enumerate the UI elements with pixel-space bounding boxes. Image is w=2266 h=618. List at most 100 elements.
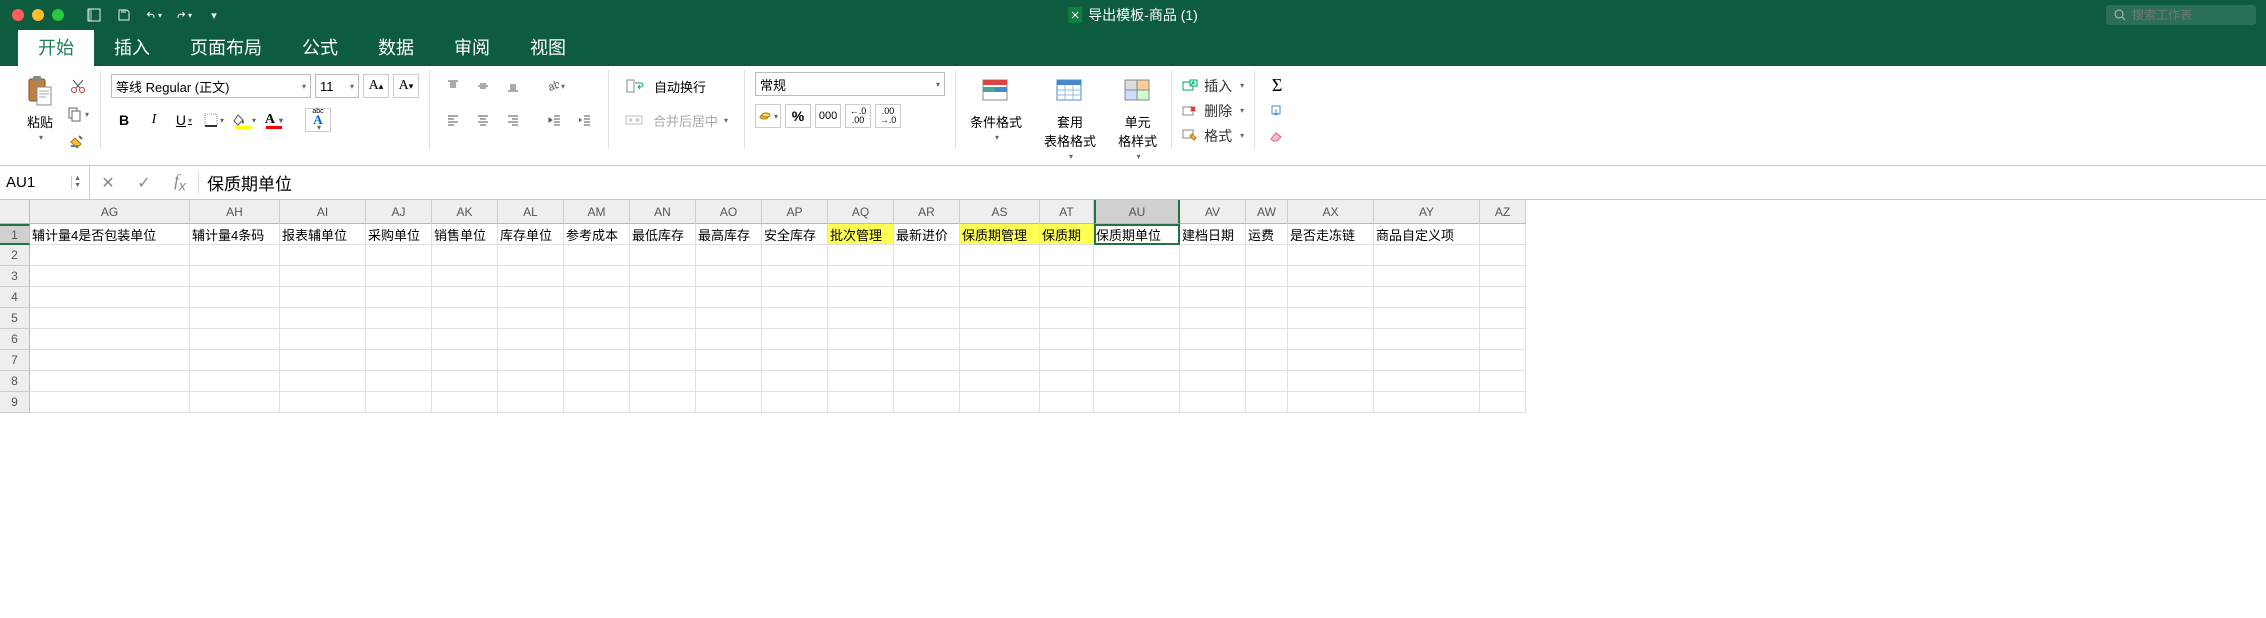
cell[interactable]: [366, 392, 432, 413]
cell[interactable]: 库存单位: [498, 224, 564, 245]
ribbon-tab-3[interactable]: 公式: [282, 28, 358, 66]
cell[interactable]: [498, 308, 564, 329]
cell[interactable]: [960, 287, 1040, 308]
cell[interactable]: [498, 287, 564, 308]
bold-button[interactable]: B: [111, 108, 137, 132]
cell[interactable]: [762, 245, 828, 266]
cell[interactable]: [1246, 245, 1288, 266]
cell[interactable]: [280, 245, 366, 266]
cell[interactable]: [190, 287, 280, 308]
cell[interactable]: [366, 329, 432, 350]
cell[interactable]: [1480, 350, 1526, 371]
cell[interactable]: [280, 266, 366, 287]
cell[interactable]: 保质期管理: [960, 224, 1040, 245]
cell[interactable]: [1040, 329, 1094, 350]
cell[interactable]: [366, 245, 432, 266]
cell[interactable]: 建档日期: [1180, 224, 1246, 245]
cell[interactable]: [828, 266, 894, 287]
cell[interactable]: [1180, 371, 1246, 392]
name-box[interactable]: AU1 ▲▼: [0, 166, 90, 199]
cell[interactable]: [894, 308, 960, 329]
cell[interactable]: [498, 392, 564, 413]
cell[interactable]: [630, 392, 696, 413]
comma-button[interactable]: 000: [815, 104, 841, 128]
column-header[interactable]: AM: [564, 200, 630, 224]
cell[interactable]: [1040, 287, 1094, 308]
cell[interactable]: [30, 308, 190, 329]
cell[interactable]: [894, 245, 960, 266]
ribbon-tab-2[interactable]: 页面布局: [170, 28, 282, 66]
search-input[interactable]: [2132, 8, 2232, 22]
cell[interactable]: [1288, 392, 1374, 413]
cell[interactable]: [1480, 266, 1526, 287]
cell[interactable]: [960, 329, 1040, 350]
cell[interactable]: [1374, 329, 1480, 350]
cell[interactable]: [960, 266, 1040, 287]
cell[interactable]: [960, 245, 1040, 266]
cell[interactable]: [828, 371, 894, 392]
cell[interactable]: [564, 287, 630, 308]
italic-button[interactable]: I: [141, 108, 167, 132]
cell[interactable]: [1288, 350, 1374, 371]
cell[interactable]: [1180, 266, 1246, 287]
column-header[interactable]: AS: [960, 200, 1040, 224]
cell[interactable]: [696, 329, 762, 350]
cell[interactable]: [762, 266, 828, 287]
cell[interactable]: [1246, 287, 1288, 308]
orientation-button[interactable]: ab▾: [542, 74, 568, 98]
cell[interactable]: [762, 371, 828, 392]
cell[interactable]: [762, 308, 828, 329]
cell[interactable]: [696, 371, 762, 392]
cell[interactable]: [280, 329, 366, 350]
cell[interactable]: [1180, 287, 1246, 308]
cell[interactable]: [30, 245, 190, 266]
align-left-button[interactable]: [440, 108, 466, 132]
cell[interactable]: [762, 329, 828, 350]
column-header[interactable]: AP: [762, 200, 828, 224]
cell[interactable]: 最新进价: [894, 224, 960, 245]
cell[interactable]: 辅计量4是否包装单位: [30, 224, 190, 245]
row-header[interactable]: 1: [0, 224, 30, 245]
cell[interactable]: [30, 392, 190, 413]
ribbon-tab-5[interactable]: 审阅: [434, 28, 510, 66]
cell[interactable]: [1094, 371, 1180, 392]
cell[interactable]: [894, 287, 960, 308]
underline-button[interactable]: U▾: [171, 108, 197, 132]
ribbon-tab-0[interactable]: 开始: [18, 28, 94, 66]
cell[interactable]: [280, 371, 366, 392]
maximize-window-button[interactable]: [52, 9, 64, 21]
column-header[interactable]: AL: [498, 200, 564, 224]
column-header[interactable]: AZ: [1480, 200, 1526, 224]
cell[interactable]: 报表辅单位: [280, 224, 366, 245]
wrap-text-button[interactable]: 自动换行: [619, 72, 713, 100]
excel-menu-icon[interactable]: [86, 7, 102, 23]
cell[interactable]: [498, 350, 564, 371]
cell[interactable]: [190, 350, 280, 371]
cut-button[interactable]: [66, 74, 90, 98]
cell[interactable]: [432, 245, 498, 266]
ribbon-tab-6[interactable]: 视图: [510, 28, 586, 66]
cell[interactable]: [498, 371, 564, 392]
cell[interactable]: [630, 350, 696, 371]
cell[interactable]: [630, 266, 696, 287]
cell[interactable]: [432, 350, 498, 371]
cell[interactable]: [280, 392, 366, 413]
phonetic-button[interactable]: abcA▾: [305, 108, 331, 132]
cell[interactable]: [432, 308, 498, 329]
font-color-button[interactable]: A▾: [261, 108, 287, 132]
ribbon-tab-1[interactable]: 插入: [94, 28, 170, 66]
cell[interactable]: [1374, 266, 1480, 287]
cell[interactable]: [1040, 371, 1094, 392]
cell-styles-button[interactable]: 单元 格样式▾: [1114, 72, 1161, 163]
cell[interactable]: [1480, 371, 1526, 392]
cell[interactable]: [696, 266, 762, 287]
cell[interactable]: [30, 266, 190, 287]
select-all-corner[interactable]: [0, 200, 30, 224]
cell[interactable]: [828, 308, 894, 329]
cell[interactable]: [280, 287, 366, 308]
column-header[interactable]: AX: [1288, 200, 1374, 224]
close-window-button[interactable]: [12, 9, 24, 21]
cell[interactable]: [828, 350, 894, 371]
column-header[interactable]: AO: [696, 200, 762, 224]
save-icon[interactable]: [116, 7, 132, 23]
